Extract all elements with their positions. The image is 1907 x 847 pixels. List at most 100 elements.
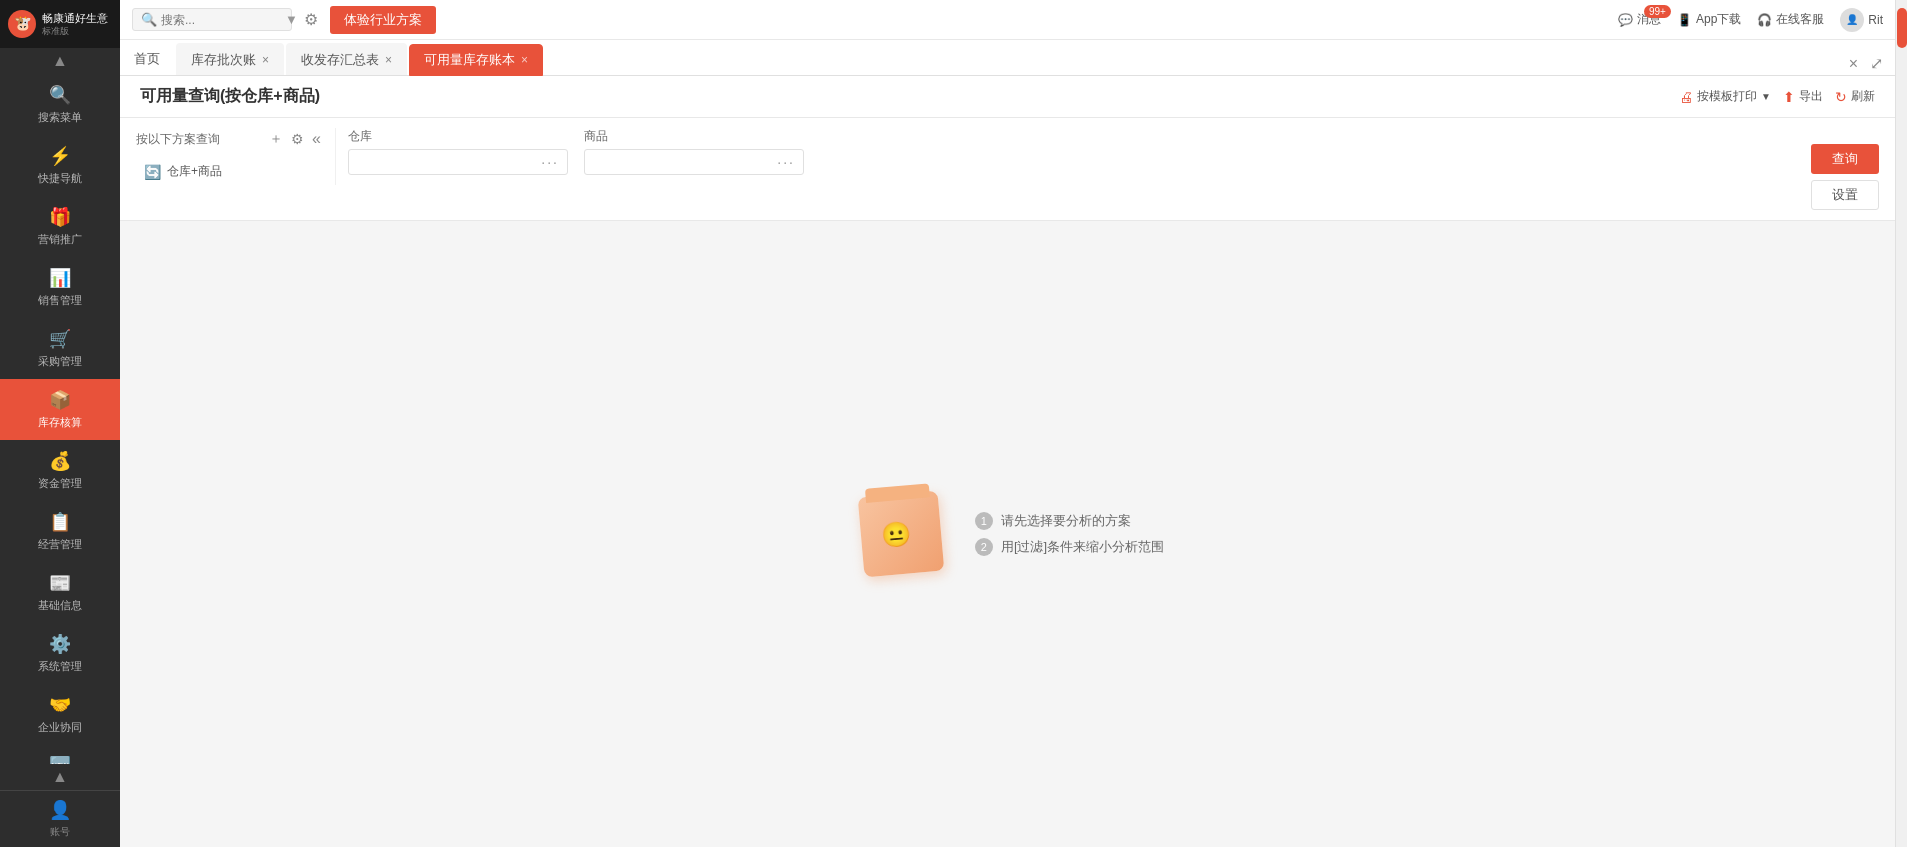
query-actions: 查询 设置: [1811, 144, 1879, 210]
purchase-icon: 🛒: [49, 328, 71, 350]
hint-number-2: 2: [975, 538, 993, 556]
trial-button[interactable]: 体验行业方案: [330, 6, 436, 34]
hint-number-1: 1: [975, 512, 993, 530]
logo-icon: 🐮: [8, 10, 36, 38]
warehouse-input-field[interactable]: [357, 155, 537, 169]
sidebar-item-enterprise[interactable]: 🤝 企业协同: [0, 684, 120, 745]
settings-button[interactable]: 设置: [1811, 180, 1879, 210]
service-label: 在线客服: [1776, 11, 1824, 28]
operation-icon: 📋: [49, 511, 71, 533]
empty-hints: 1 请先选择要分析的方案 2 用[过滤]条件来缩小分析范围: [975, 512, 1164, 556]
right-scrollbar[interactable]: [1895, 0, 1907, 847]
search-icon: 🔍: [49, 84, 71, 106]
enterprise-label: 企业协同: [38, 720, 82, 735]
warehouse-more-icon[interactable]: ···: [541, 154, 559, 170]
scheme-item-warehouse-goods[interactable]: 🔄 仓库+商品: [136, 158, 323, 185]
page-title: 可用量查询(按仓库+商品): [140, 86, 320, 107]
scrollbar-thumb: [1897, 8, 1907, 48]
tab-available-ledger[interactable]: 可用量库存账本 ×: [409, 44, 543, 76]
app-download-button[interactable]: 📱 App下载: [1677, 11, 1741, 28]
query-area: 按以下方案查询 ＋ ⚙ « 🔄 仓库+商品 仓库: [120, 118, 1895, 221]
user-menu[interactable]: 👤 Rit: [1840, 8, 1883, 32]
sidebar-item-guide[interactable]: 🆕 新手引导: [0, 745, 120, 764]
close-tab-button[interactable]: ×: [1845, 53, 1862, 75]
filter-goods: 商品 ···: [584, 128, 804, 175]
tab-in-summary-label: 收发存汇总表: [301, 51, 379, 69]
filter-goods-input[interactable]: ···: [584, 149, 804, 175]
export-icon: ⬆: [1783, 89, 1795, 105]
finance-icon: 💰: [49, 450, 71, 472]
expand-tab-button[interactable]: ⤢: [1866, 52, 1887, 75]
inventory-label: 库存核算: [38, 415, 82, 430]
sidebar-item-marketing[interactable]: 🎁 营销推广: [0, 196, 120, 257]
goods-more-icon[interactable]: ···: [777, 154, 795, 170]
sidebar-item-purchase[interactable]: 🛒 采购管理: [0, 318, 120, 379]
print-button[interactable]: 🖨 按模板打印 ▼: [1679, 88, 1771, 105]
system-label: 系统管理: [38, 659, 82, 674]
add-scheme-button[interactable]: ＋: [267, 128, 285, 150]
tabs-right-buttons: × ⤢: [1845, 52, 1895, 75]
tabs-bar: 首页 库存批次账 × 收发存汇总表 × 可用量库存账本 × × ⤢: [120, 40, 1895, 76]
scheme-label: 按以下方案查询: [136, 131, 220, 148]
sidebar-item-quick-nav[interactable]: ⚡ 快捷导航: [0, 135, 120, 196]
search-input[interactable]: [161, 13, 281, 27]
print-icon: 🖨: [1679, 89, 1693, 105]
tab-available-ledger-label: 可用量库存账本: [424, 51, 515, 69]
filter-warehouse-label: 仓库: [348, 128, 568, 145]
sidebar-item-sales[interactable]: 📊 销售管理: [0, 257, 120, 318]
page-header: 可用量查询(按仓库+商品) 🖨 按模板打印 ▼ ⬆ 导出 ↻ 刷新: [120, 76, 1895, 118]
scheme-item-label: 仓库+商品: [167, 163, 222, 180]
sidebar-item-finance[interactable]: 💰 资金管理: [0, 440, 120, 501]
system-icon: ⚙️: [49, 633, 71, 655]
phone-icon: 📱: [1677, 13, 1692, 27]
gear-icon[interactable]: ⚙: [300, 6, 322, 33]
query-scheme: 按以下方案查询 ＋ ⚙ « 🔄 仓库+商品: [136, 128, 336, 185]
sales-icon: 📊: [49, 267, 71, 289]
basic-label: 基础信息: [38, 598, 82, 613]
guide-icon: 🆕: [49, 755, 71, 764]
scheme-actions: ＋ ⚙ «: [267, 128, 323, 150]
print-dropdown-icon[interactable]: ▼: [1761, 91, 1771, 102]
tab-in-summary-close[interactable]: ×: [385, 53, 392, 67]
collapse-scheme-button[interactable]: «: [310, 128, 323, 150]
message-button[interactable]: 💬 消息 99+: [1618, 11, 1661, 28]
goods-input-field[interactable]: [593, 155, 773, 169]
settings-scheme-button[interactable]: ⚙: [289, 128, 306, 150]
print-label: 按模板打印: [1697, 88, 1757, 105]
sidebar-item-operation[interactable]: 📋 经营管理: [0, 501, 120, 562]
online-service-button[interactable]: 🎧 在线客服: [1757, 11, 1824, 28]
refresh-icon: ↻: [1835, 89, 1847, 105]
sidebar-item-user[interactable]: 👤 账号: [0, 790, 120, 847]
query-button[interactable]: 查询: [1811, 144, 1879, 174]
search-box[interactable]: 🔍 ▼: [132, 8, 292, 31]
hint-text-1: 请先选择要分析的方案: [1001, 512, 1131, 530]
tab-home[interactable]: 首页: [120, 43, 174, 75]
filter-warehouse-input[interactable]: ···: [348, 149, 568, 175]
sidebar-item-search[interactable]: 🔍 搜索菜单: [0, 74, 120, 135]
sidebar-scroll-up[interactable]: ▲: [0, 48, 120, 74]
export-button[interactable]: ⬆ 导出: [1783, 88, 1823, 105]
avatar: 👤: [1840, 8, 1864, 32]
search-label: 搜索菜单: [38, 110, 82, 125]
sidebar-item-basic[interactable]: 📰 基础信息: [0, 562, 120, 623]
inventory-icon: 📦: [49, 389, 71, 411]
sidebar-nav: 🔍 搜索菜单 ⚡ 快捷导航 🎁 营销推广 📊 销售管理 🛒 采购管理 📦 库存核…: [0, 74, 120, 764]
username: Rit: [1868, 13, 1883, 27]
tab-in-summary[interactable]: 收发存汇总表 ×: [286, 43, 407, 75]
tab-available-ledger-close[interactable]: ×: [521, 53, 528, 67]
scheme-header: 按以下方案查询 ＋ ⚙ «: [136, 128, 323, 150]
tab-batch-account-close[interactable]: ×: [262, 53, 269, 67]
marketing-label: 营销推广: [38, 232, 82, 247]
empty-hint-2: 2 用[过滤]条件来缩小分析范围: [975, 538, 1164, 556]
sidebar-item-inventory[interactable]: 📦 库存核算: [0, 379, 120, 440]
query-filters: 仓库 ··· 商品 ···: [348, 128, 1799, 175]
search-dropdown-icon[interactable]: ▼: [285, 12, 298, 27]
page-header-actions: 🖨 按模板打印 ▼ ⬆ 导出 ↻ 刷新: [1679, 88, 1875, 105]
search-icon: 🔍: [141, 12, 157, 27]
sidebar-scroll-down[interactable]: ▲: [0, 764, 120, 790]
tab-batch-account[interactable]: 库存批次账 ×: [176, 43, 284, 75]
filter-goods-label: 商品: [584, 128, 804, 145]
refresh-button[interactable]: ↻ 刷新: [1835, 88, 1875, 105]
sidebar-item-system[interactable]: ⚙️ 系统管理: [0, 623, 120, 684]
operation-label: 经营管理: [38, 537, 82, 552]
